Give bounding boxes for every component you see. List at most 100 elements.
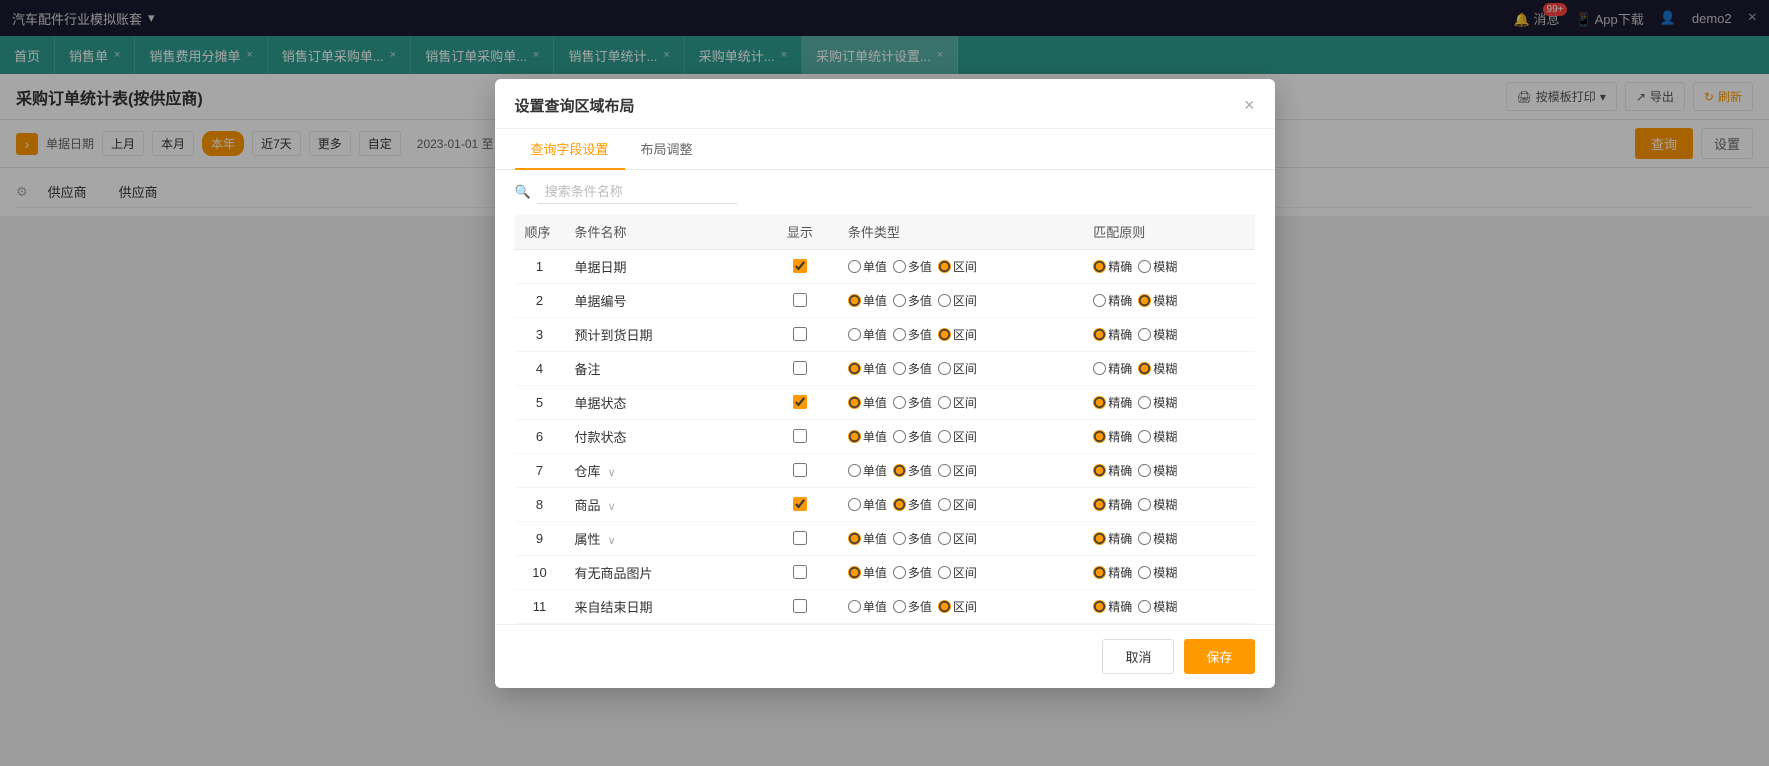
- cell-name: 属性 ∨: [565, 521, 763, 555]
- match-radio-精确[interactable]: [1093, 396, 1106, 409]
- cell-order: 11: [515, 589, 565, 623]
- display-checkbox[interactable]: [793, 327, 807, 341]
- dialog-search-input[interactable]: [537, 180, 737, 204]
- type-radio-多值[interactable]: [893, 430, 906, 443]
- dialog-tab-layout[interactable]: 布局调整: [625, 129, 709, 170]
- match-radio-模糊[interactable]: [1138, 532, 1151, 545]
- save-button[interactable]: 保存: [1184, 639, 1254, 674]
- type-radio-区间[interactable]: [938, 600, 951, 613]
- match-radio-精确[interactable]: [1093, 260, 1106, 273]
- type-radio-区间[interactable]: [938, 532, 951, 545]
- table-header-row: 顺序 条件名称 显示 条件类型 匹配原则: [515, 214, 1255, 250]
- table-row: 2单据编号单值多值区间精确模糊: [515, 283, 1255, 317]
- cancel-button[interactable]: 取消: [1102, 639, 1174, 674]
- dialog-overlay: 设置查询区域布局 × 查询字段设置 布局调整 🔍 顺序 条件名称: [0, 0, 1769, 766]
- cell-order: 4: [515, 351, 565, 385]
- dialog-close-button[interactable]: ×: [1244, 95, 1255, 116]
- match-radio-精确[interactable]: [1093, 498, 1106, 511]
- radio-label: 单值: [863, 564, 887, 581]
- match-radio-精确[interactable]: [1093, 600, 1106, 613]
- match-radio-精确[interactable]: [1093, 294, 1106, 307]
- type-radio-单值[interactable]: [848, 430, 861, 443]
- th-type: 条件类型: [838, 214, 1083, 250]
- type-radio-单值[interactable]: [848, 260, 861, 273]
- match-radio-模糊[interactable]: [1138, 600, 1151, 613]
- type-radio-区间[interactable]: [938, 430, 951, 443]
- display-checkbox[interactable]: [793, 293, 807, 307]
- radio-label: 多值: [908, 428, 932, 445]
- cell-order: 10: [515, 555, 565, 589]
- match-radio-模糊[interactable]: [1138, 362, 1151, 375]
- cell-display: [762, 589, 838, 623]
- type-radio-单值[interactable]: [848, 498, 861, 511]
- type-radio-区间[interactable]: [938, 260, 951, 273]
- dialog-tab-fields[interactable]: 查询字段设置: [515, 129, 625, 170]
- type-radio-多值[interactable]: [893, 362, 906, 375]
- type-radio-单值[interactable]: [848, 566, 861, 579]
- type-radio-单值[interactable]: [848, 294, 861, 307]
- match-radio-精确[interactable]: [1093, 566, 1106, 579]
- display-checkbox[interactable]: [793, 565, 807, 579]
- cell-match: 精确模糊: [1083, 521, 1254, 555]
- match-radio-模糊[interactable]: [1138, 498, 1151, 511]
- type-radio-多值[interactable]: [893, 600, 906, 613]
- cell-name: 单据编号: [565, 283, 763, 317]
- cell-name: 预计到货日期: [565, 317, 763, 351]
- expand-arrow-icon[interactable]: ∨: [605, 535, 616, 547]
- expand-arrow-icon[interactable]: ∨: [605, 501, 616, 513]
- type-radio-单值[interactable]: [848, 600, 861, 613]
- display-checkbox[interactable]: [793, 531, 807, 545]
- match-radio-模糊[interactable]: [1138, 328, 1151, 341]
- match-radio-精确[interactable]: [1093, 464, 1106, 477]
- match-radio-模糊[interactable]: [1138, 396, 1151, 409]
- match-radio-模糊[interactable]: [1138, 464, 1151, 477]
- cell-display: [762, 487, 838, 521]
- type-radio-区间[interactable]: [938, 294, 951, 307]
- type-radio-多值[interactable]: [893, 498, 906, 511]
- type-radio-多值[interactable]: [893, 566, 906, 579]
- type-radio-区间[interactable]: [938, 464, 951, 477]
- type-radio-单值[interactable]: [848, 532, 861, 545]
- radio-label: 区间: [953, 258, 977, 275]
- cell-name: 备注: [565, 351, 763, 385]
- type-radio-区间[interactable]: [938, 362, 951, 375]
- type-radio-区间[interactable]: [938, 498, 951, 511]
- display-checkbox[interactable]: [793, 395, 807, 409]
- type-radio-区间[interactable]: [938, 328, 951, 341]
- cell-type: 单值多值区间: [838, 453, 1083, 487]
- match-radio-精确[interactable]: [1093, 430, 1106, 443]
- type-radio-多值[interactable]: [893, 532, 906, 545]
- match-radio-模糊[interactable]: [1138, 566, 1151, 579]
- display-checkbox[interactable]: [793, 429, 807, 443]
- type-radio-多值[interactable]: [893, 294, 906, 307]
- type-radio-多值[interactable]: [893, 464, 906, 477]
- match-radio-精确[interactable]: [1093, 328, 1106, 341]
- table-row: 11来自结束日期单值多值区间精确模糊: [515, 589, 1255, 623]
- display-checkbox[interactable]: [793, 599, 807, 613]
- dialog-tab-bar: 查询字段设置 布局调整: [495, 129, 1275, 170]
- type-radio-多值[interactable]: [893, 260, 906, 273]
- radio-label: 模糊: [1153, 564, 1177, 581]
- type-radio-单值[interactable]: [848, 464, 861, 477]
- dialog-header: 设置查询区域布局 ×: [495, 79, 1275, 129]
- display-checkbox[interactable]: [793, 463, 807, 477]
- match-radio-精确[interactable]: [1093, 532, 1106, 545]
- radio-label: 精确: [1108, 394, 1132, 411]
- type-radio-多值[interactable]: [893, 328, 906, 341]
- type-radio-区间[interactable]: [938, 396, 951, 409]
- expand-arrow-icon[interactable]: ∨: [605, 467, 616, 479]
- match-radio-模糊[interactable]: [1138, 294, 1151, 307]
- match-radio-精确[interactable]: [1093, 362, 1106, 375]
- type-radio-单值[interactable]: [848, 396, 861, 409]
- table-row: 6付款状态单值多值区间精确模糊: [515, 419, 1255, 453]
- match-radio-模糊[interactable]: [1138, 430, 1151, 443]
- match-radio-模糊[interactable]: [1138, 260, 1151, 273]
- type-radio-区间[interactable]: [938, 566, 951, 579]
- type-radio-单值[interactable]: [848, 328, 861, 341]
- display-checkbox[interactable]: [793, 497, 807, 511]
- type-radio-多值[interactable]: [893, 396, 906, 409]
- type-radio-单值[interactable]: [848, 362, 861, 375]
- radio-label: 单值: [863, 258, 887, 275]
- display-checkbox[interactable]: [793, 259, 807, 273]
- display-checkbox[interactable]: [793, 361, 807, 375]
